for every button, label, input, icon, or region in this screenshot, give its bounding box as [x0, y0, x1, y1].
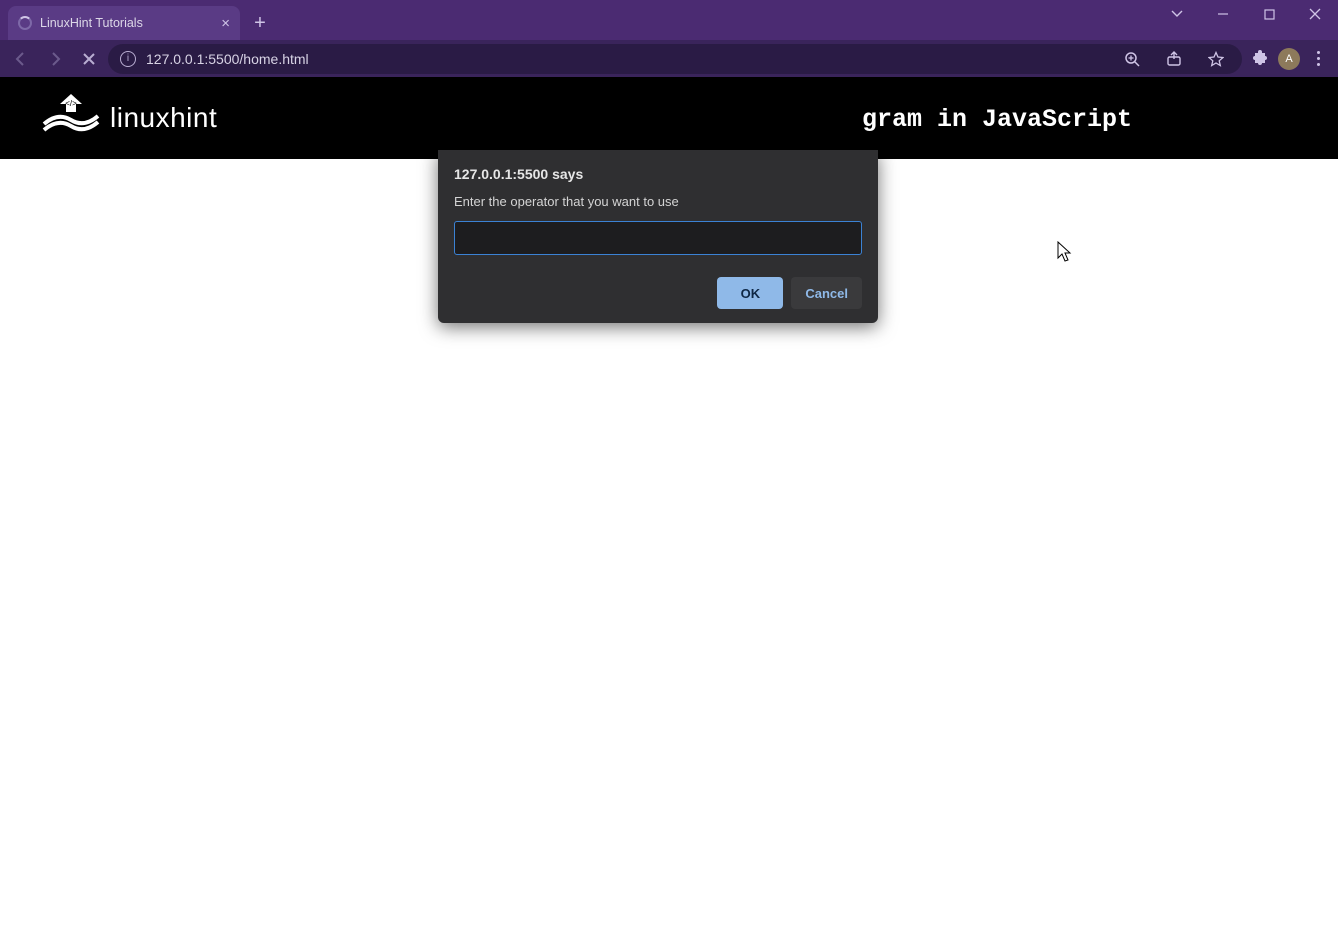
site-logo[interactable]: </> linuxhint: [40, 94, 217, 142]
browser-toolbar: i 127.0.0.1:5500/home.html A: [0, 40, 1338, 77]
dialog-actions: OK Cancel: [454, 277, 862, 309]
loading-spinner-icon: [18, 16, 32, 30]
address-actions: [1118, 45, 1230, 73]
page-viewport: </> linuxhint gram in JavaScript A simpl…: [0, 77, 1338, 931]
dialog-input[interactable]: [454, 221, 862, 255]
bookmark-icon[interactable]: [1202, 45, 1230, 73]
close-tab-icon[interactable]: ×: [221, 16, 230, 31]
site-info-icon[interactable]: i: [120, 51, 136, 67]
window-controls: [1154, 0, 1338, 28]
extensions-icon[interactable]: [1246, 45, 1274, 73]
logo-icon: </>: [40, 94, 102, 142]
header-title-fragment: gram in JavaScript: [862, 105, 1132, 134]
browser-tab[interactable]: LinuxHint Tutorials ×: [8, 6, 240, 40]
address-bar[interactable]: i 127.0.0.1:5500/home.html: [108, 44, 1242, 74]
js-prompt-dialog: 127.0.0.1:5500 says Enter the operator t…: [438, 150, 878, 323]
maximize-button[interactable]: [1246, 0, 1292, 28]
svg-text:</>: </>: [65, 99, 77, 108]
site-header: </> linuxhint gram in JavaScript: [0, 77, 1338, 159]
minimize-button[interactable]: [1200, 0, 1246, 28]
tab-title: LinuxHint Tutorials: [40, 16, 213, 30]
new-tab-button[interactable]: +: [246, 9, 274, 37]
url-text: 127.0.0.1:5500/home.html: [146, 51, 309, 67]
cancel-button[interactable]: Cancel: [791, 277, 862, 309]
logo-text: linuxhint: [110, 102, 217, 134]
ok-button[interactable]: OK: [717, 277, 783, 309]
dialog-message: Enter the operator that you want to use: [454, 194, 862, 209]
close-window-button[interactable]: [1292, 0, 1338, 28]
share-icon[interactable]: [1160, 45, 1188, 73]
search-tabs-icon[interactable]: [1154, 0, 1200, 28]
profile-avatar[interactable]: A: [1278, 48, 1300, 70]
menu-icon[interactable]: [1304, 45, 1332, 73]
dialog-origin: 127.0.0.1:5500 says: [454, 166, 862, 182]
titlebar: LinuxHint Tutorials × +: [0, 0, 1338, 40]
zoom-icon[interactable]: [1118, 45, 1146, 73]
forward-button[interactable]: [40, 44, 70, 74]
stop-reload-button[interactable]: [74, 44, 104, 74]
back-button[interactable]: [6, 44, 36, 74]
